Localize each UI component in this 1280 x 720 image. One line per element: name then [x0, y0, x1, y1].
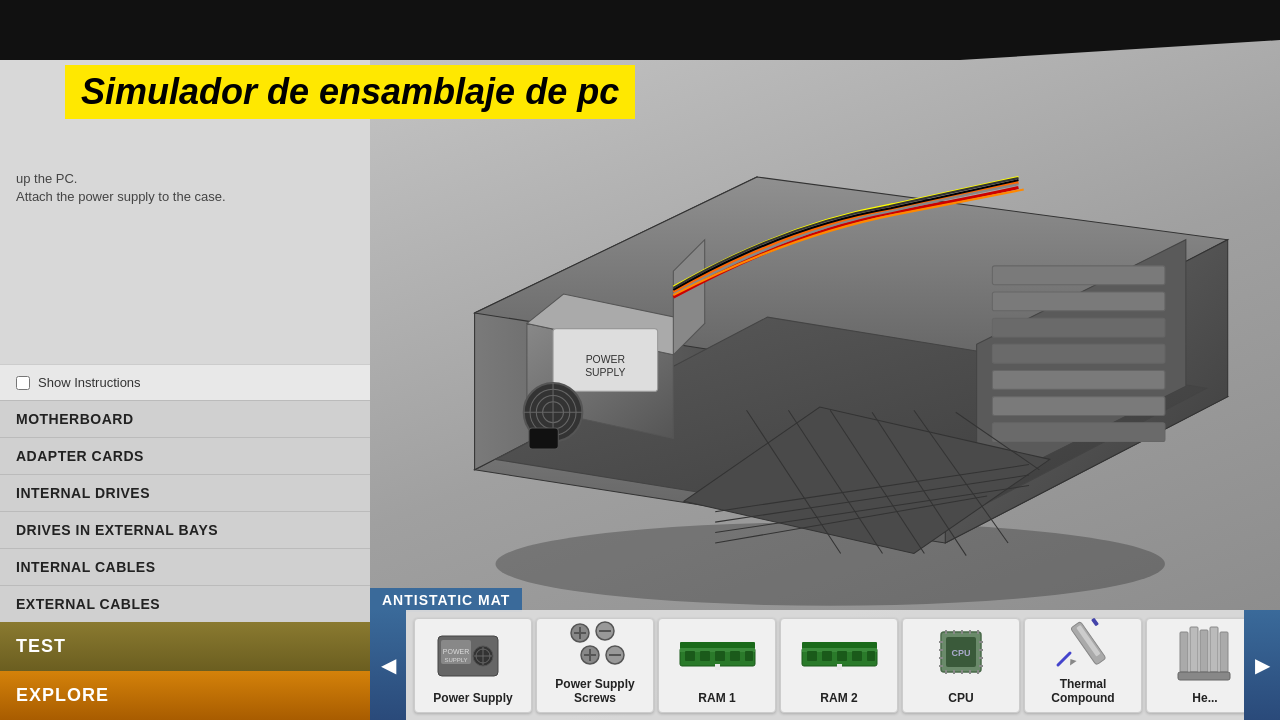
component-label-ram1: RAM 1	[698, 691, 735, 705]
component-label-power-supply-screws: Power Supply Screws	[541, 677, 649, 706]
component-icon-he	[1151, 622, 1244, 687]
svg-rect-100	[1180, 632, 1188, 672]
component-tray: POWER SUPPLY Power Supply Power Supply S…	[406, 612, 1244, 719]
component-item-thermal-compound[interactable]: Thermal Compound	[1024, 618, 1142, 713]
menu-items: MOTHERBOARDADAPTER CARDSINTERNAL DRIVESD…	[0, 400, 370, 622]
component-label-ram2: RAM 2	[820, 691, 857, 705]
component-label-he: He...	[1192, 691, 1217, 705]
scroll-right-icon: ▶	[1255, 653, 1270, 677]
svg-rect-24	[992, 370, 1165, 389]
svg-rect-73	[837, 664, 842, 670]
component-item-cpu[interactable]: CPU CPU	[902, 618, 1020, 713]
top-bar	[0, 0, 1280, 60]
component-item-ram1[interactable]: RAM 1	[658, 618, 776, 713]
menu-item-motherboard[interactable]: MOTHERBOARD	[0, 400, 370, 437]
title-bar: Simulador de ensamblaje de pc	[65, 65, 635, 119]
svg-rect-61	[715, 651, 725, 661]
menu-item-drives-external-bays[interactable]: DRIVES IN EXTERNAL BAYS	[0, 511, 370, 548]
svg-rect-63	[745, 651, 753, 661]
svg-text:POWER: POWER	[586, 354, 626, 365]
show-instructions-label: Show Instructions	[38, 375, 141, 390]
svg-rect-20	[992, 266, 1165, 285]
show-instructions-checkbox[interactable]	[16, 376, 30, 390]
svg-rect-105	[1178, 672, 1230, 680]
svg-rect-26	[992, 423, 1165, 442]
component-item-power-supply-screws[interactable]: Power Supply Screws	[536, 618, 654, 713]
component-label-thermal-compound: Thermal Compound	[1029, 677, 1137, 706]
svg-text:SUPPLY: SUPPLY	[585, 367, 625, 378]
svg-rect-18	[529, 428, 558, 449]
svg-text:CPU: CPU	[951, 648, 970, 658]
svg-rect-102	[1200, 630, 1208, 672]
svg-rect-59	[685, 651, 695, 661]
component-icon-power-supply: POWER SUPPLY	[419, 625, 527, 688]
menu-item-adapter-cards[interactable]: ADAPTER CARDS	[0, 437, 370, 474]
svg-rect-62	[730, 651, 740, 661]
component-item-power-supply[interactable]: POWER SUPPLY Power Supply	[414, 618, 532, 713]
instruction-line1: up the PC.	[16, 170, 354, 188]
component-item-ram2[interactable]: RAM 2	[780, 618, 898, 713]
menu-item-internal-cables[interactable]: INTERNAL CABLES	[0, 548, 370, 585]
show-instructions-row: Show Instructions	[0, 364, 370, 400]
component-icon-power-supply-screws	[541, 613, 649, 673]
component-icon-ram1	[663, 625, 771, 688]
title-text: Simulador de ensamblaje de pc	[81, 71, 619, 112]
component-icon-thermal-compound	[1029, 613, 1137, 673]
svg-rect-60	[700, 651, 710, 661]
component-label-power-supply: Power Supply	[433, 691, 512, 705]
instruction-line2: Attach the power supply to the case.	[16, 188, 354, 206]
menu-item-internal-drives[interactable]: INTERNAL DRIVES	[0, 474, 370, 511]
svg-rect-68	[807, 651, 817, 661]
svg-rect-72	[867, 651, 875, 661]
svg-rect-103	[1210, 627, 1218, 672]
scroll-left-button[interactable]: ◀	[370, 610, 406, 720]
component-label-cpu: CPU	[948, 691, 973, 705]
svg-rect-64	[715, 664, 720, 670]
antistatic-label: ANTISTATIC MAT	[370, 588, 522, 612]
svg-line-99	[1058, 653, 1070, 665]
svg-rect-101	[1190, 627, 1198, 672]
svg-text:POWER: POWER	[443, 648, 469, 655]
bottom-toolbar: ◀ POWER SUPPLY Power Supply Power Supply…	[370, 610, 1280, 720]
svg-rect-22	[992, 318, 1165, 337]
explore-button[interactable]: EXPLORE	[0, 671, 370, 720]
svg-marker-97	[1067, 657, 1076, 666]
component-icon-cpu: CPU	[907, 622, 1015, 687]
svg-rect-69	[822, 651, 832, 661]
svg-rect-104	[1220, 632, 1228, 672]
svg-rect-25	[992, 397, 1165, 416]
component-item-he[interactable]: He...	[1146, 618, 1244, 713]
svg-rect-70	[837, 651, 847, 661]
svg-rect-98	[1091, 617, 1099, 626]
menu-item-external-cables[interactable]: EXTERNAL CABLES	[0, 585, 370, 622]
svg-rect-21	[992, 292, 1165, 311]
component-icon-ram2	[785, 625, 893, 688]
svg-rect-71	[852, 651, 862, 661]
test-button[interactable]: TEST	[0, 622, 370, 671]
scroll-left-icon: ◀	[381, 653, 396, 677]
scroll-right-button[interactable]: ▶	[1244, 610, 1280, 720]
svg-text:SUPPLY: SUPPLY	[444, 657, 467, 663]
svg-rect-23	[992, 344, 1165, 363]
